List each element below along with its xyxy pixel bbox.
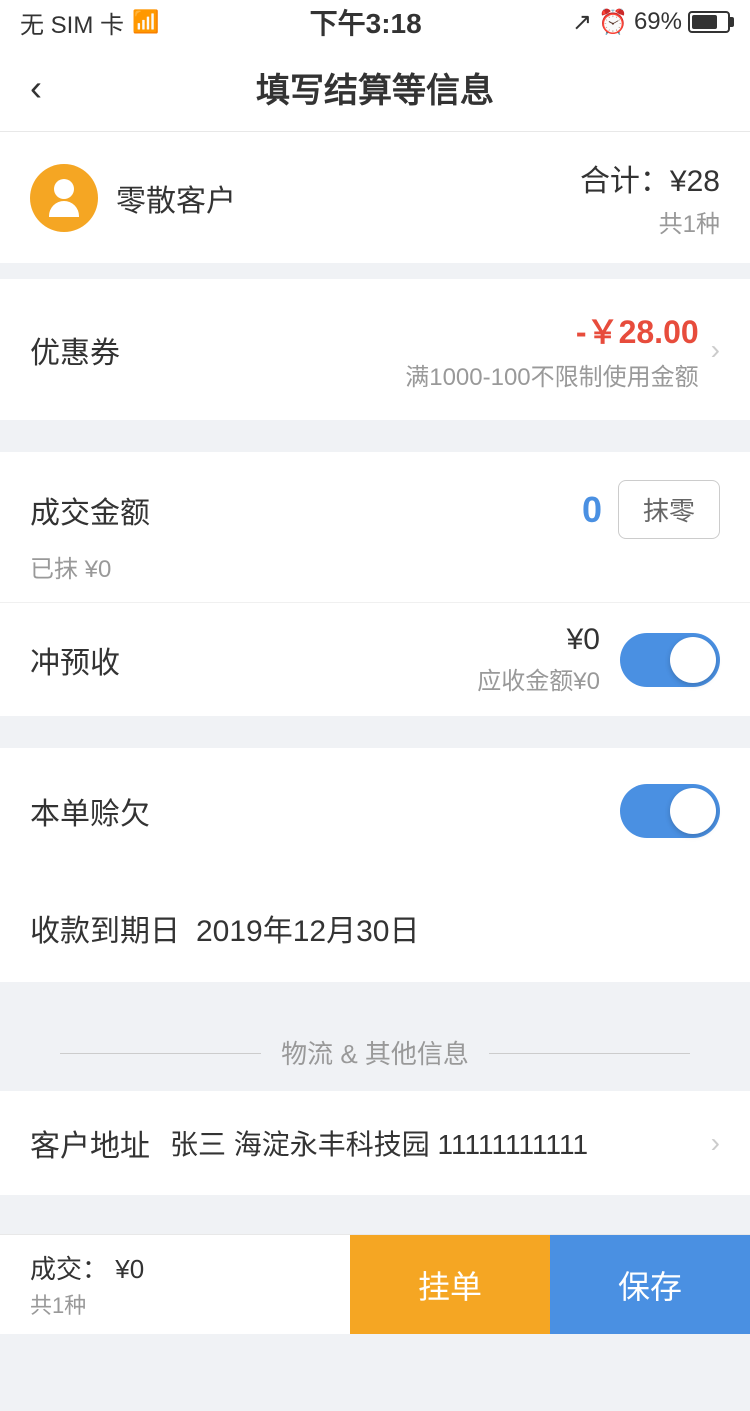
divider-3 (0, 998, 750, 1014)
precollect-row: 冲预收 ¥0 应收金额¥0 (0, 602, 750, 716)
precollect-sub-amount: 应收金额¥0 (477, 661, 600, 696)
status-time: 下午3:18 (310, 2, 422, 42)
customer-section: 零散客户 合计：¥28 共1种 (0, 132, 750, 263)
wifi-icon: 📶 (132, 9, 159, 35)
chevron-right-icon: › (711, 334, 720, 366)
back-button[interactable]: ‹ (30, 67, 42, 109)
status-right: ↗ ⏰ 69% (572, 8, 730, 37)
precollect-right: ¥0 应收金额¥0 (477, 623, 720, 696)
precollect-main-amount: ¥0 (477, 623, 600, 657)
precollect-amounts: ¥0 应收金额¥0 (477, 623, 600, 696)
amount-label: 成交金额 (30, 488, 150, 532)
save-button[interactable]: 保存 (550, 1235, 750, 1334)
amount-right: 0 抹零 (582, 480, 720, 539)
avatar-person-icon (45, 179, 83, 217)
precollect-label: 冲预收 (30, 638, 120, 682)
location-icon: ↗ (572, 8, 592, 37)
address-value: 张三 海淀永丰科技园 11111111111 (170, 1123, 691, 1163)
alarm-icon: ⏰ (598, 8, 628, 37)
duedate-value: 2019年12月30日 (196, 906, 419, 950)
bottom-count: 共1种 (30, 1288, 320, 1320)
status-bar: 无 SIM 卡 📶 下午3:18 ↗ ⏰ 69% (0, 0, 750, 44)
coupon-info: -￥28.00 满1000-100不限制使用金额 (405, 307, 698, 392)
nav-bar: ‹ 填写结算等信息 (0, 44, 750, 132)
customer-left: 零散客户 (30, 164, 236, 232)
debit-section: 本单赊欠 收款到期日 2019年12月30日 (0, 748, 750, 982)
address-row[interactable]: 客户地址 张三 海淀永丰科技园 11111111111 › (0, 1091, 750, 1195)
page-title: 填写结算等信息 (256, 63, 494, 112)
amount-value: 0 (582, 489, 602, 531)
bottom-summary: 成交： ¥0 共1种 (0, 1235, 350, 1334)
address-label: 客户地址 (30, 1121, 150, 1165)
logistics-header: 物流 & 其他信息 (0, 1014, 750, 1091)
coupon-desc: 满1000-100不限制使用金额 (405, 357, 698, 392)
coupon-right: -￥28.00 满1000-100不限制使用金额 › (405, 307, 720, 392)
status-left: 无 SIM 卡 📶 (20, 5, 159, 40)
duedate-label: 收款到期日 (30, 906, 180, 950)
bottom-deal-label: 成交： ¥0 (30, 1249, 320, 1286)
total-amount: 合计：¥28 (580, 156, 720, 200)
customer-name: 零散客户 (116, 176, 236, 220)
bottom-deal-amount: ¥0 (115, 1254, 144, 1284)
coupon-amount: -￥28.00 (405, 307, 698, 353)
bottom-bar: 成交： ¥0 共1种 挂单 保存 (0, 1234, 750, 1334)
divider-1 (0, 436, 750, 452)
customer-right: 合计：¥28 共1种 (580, 156, 720, 239)
amount-section: 成交金额 0 抹零 已抹 ¥0 冲预收 ¥0 应收金额¥0 (0, 452, 750, 716)
coupon-label: 优惠券 (30, 328, 120, 372)
battery-icon (688, 11, 730, 33)
battery-percent: 69% (634, 8, 682, 36)
debit-toggle[interactable] (620, 784, 720, 838)
debit-label: 本单赊欠 (30, 789, 150, 833)
precollect-toggle[interactable] (620, 633, 720, 687)
logistics-title: 物流 & 其他信息 (261, 1039, 489, 1069)
duedate-row: 收款到期日 2019年12月30日 (0, 874, 750, 982)
coupon-section[interactable]: 优惠券 -￥28.00 满1000-100不限制使用金额 › (0, 279, 750, 420)
total-count: 共1种 (580, 204, 720, 239)
toggle-knob (670, 637, 716, 683)
avatar (30, 164, 98, 232)
debit-row: 本单赊欠 (0, 748, 750, 874)
customer-row: 零散客户 合计：¥28 共1种 (0, 132, 750, 263)
carrier-text: 无 SIM 卡 (20, 5, 124, 40)
address-chevron-icon: › (711, 1127, 720, 1159)
debit-toggle-knob (670, 788, 716, 834)
coupon-row[interactable]: 优惠券 -￥28.00 满1000-100不限制使用金额 › (0, 279, 750, 420)
amount-row: 成交金额 0 抹零 (0, 452, 750, 549)
divider-2 (0, 732, 750, 748)
already-rounded: 已抹 ¥0 (0, 549, 750, 602)
round-button[interactable]: 抹零 (618, 480, 720, 539)
pending-button[interactable]: 挂单 (350, 1235, 550, 1334)
address-section[interactable]: 客户地址 张三 海淀永丰科技园 11111111111 › (0, 1091, 750, 1195)
